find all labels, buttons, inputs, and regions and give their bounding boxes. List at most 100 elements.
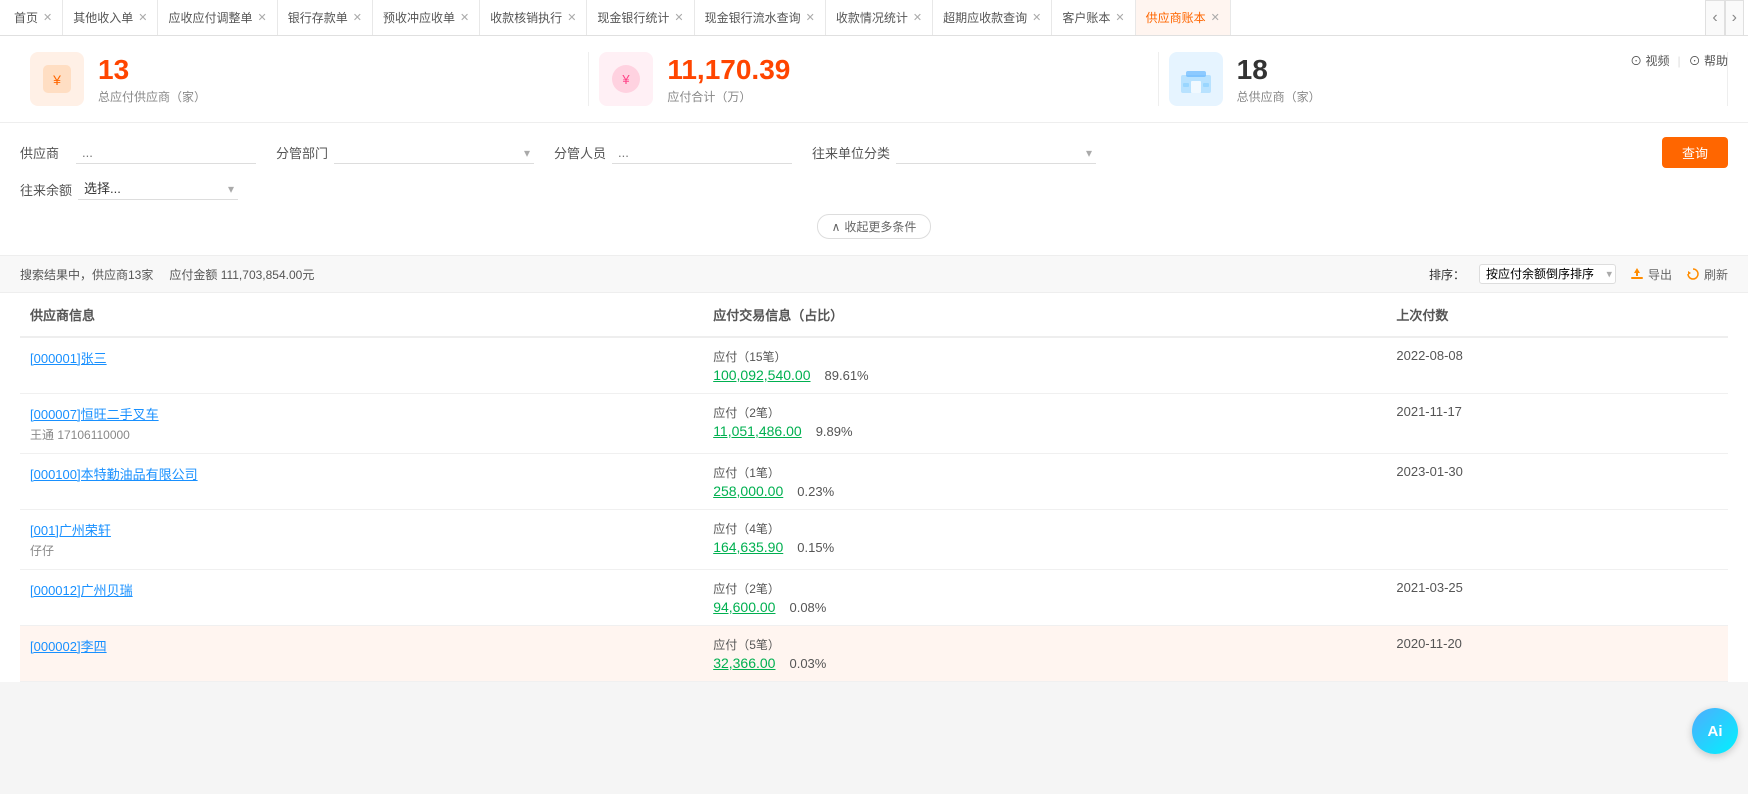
cell-payable-info: 应付（5笔） 32,366.00 0.03% xyxy=(703,626,1386,682)
refresh-button[interactable]: 刷新 xyxy=(1686,266,1728,283)
supplier-label: 供应商 xyxy=(20,143,70,162)
amount-value[interactable]: 164,635.90 xyxy=(713,539,783,555)
percent-value: 89.61% xyxy=(825,368,869,383)
cell-last-pay: 2022-08-08 xyxy=(1386,337,1728,394)
close-icon[interactable]: ✕ xyxy=(353,11,362,24)
result-bar: 搜索结果中，供应商13家 应付金额 111,703,854.00元 排序： 按应… xyxy=(0,256,1748,293)
supplier-link[interactable]: [000001]张三 xyxy=(30,351,107,366)
cell-payable-info: 应付（2笔） 94,600.00 0.08% xyxy=(703,570,1386,626)
close-icon[interactable]: ✕ xyxy=(43,11,52,24)
close-icon[interactable]: ✕ xyxy=(138,11,147,24)
amount-value[interactable]: 94,600.00 xyxy=(713,599,775,615)
stat-label-payable-suppliers: 总应付供应商（家） xyxy=(98,88,206,105)
nav-tab-cash-bank-stat[interactable]: 现金银行统计✕ xyxy=(587,0,694,36)
nav-tab-home[interactable]: 首页✕ xyxy=(4,0,63,36)
nav-tab-customer-account[interactable]: 客户账本✕ xyxy=(1052,0,1135,36)
video-link[interactable]: ⊙ 视频 xyxy=(1630,52,1669,69)
export-button[interactable]: 导出 xyxy=(1630,266,1672,283)
table-row: [001]广州荣轩仔仔应付（4笔） 164,635.90 0.15% xyxy=(20,510,1728,570)
close-icon[interactable]: ✕ xyxy=(674,11,683,24)
pay-label: 应付（1笔） xyxy=(713,464,1376,481)
cell-supplier-info: [000002]李四 xyxy=(20,626,703,682)
svg-text:¥: ¥ xyxy=(52,72,61,88)
cell-last-pay: 2021-03-25 xyxy=(1386,570,1728,626)
amount-value[interactable]: 100,092,540.00 xyxy=(713,367,810,383)
close-icon[interactable]: ✕ xyxy=(567,11,576,24)
amount-value[interactable]: 32,366.00 xyxy=(713,655,775,671)
collapse-label: 收起更多条件 xyxy=(844,218,916,235)
close-icon[interactable]: ✕ xyxy=(1211,11,1220,24)
supplier-link[interactable]: [000007]恒旺二手叉车 xyxy=(30,407,159,422)
nav-tab-supplier-account[interactable]: 供应商账本✕ xyxy=(1136,0,1231,36)
filter-dept: 分管部门 xyxy=(276,142,534,164)
nav-tab-bank-deposit[interactable]: 银行存款单✕ xyxy=(278,0,373,36)
cell-supplier-info: [001]广州荣轩仔仔 xyxy=(20,510,703,570)
cell-last-pay: 2020-11-20 xyxy=(1386,626,1728,682)
result-bar-right: 排序： 按应付余额倒序排序 导出 刷新 xyxy=(1429,264,1728,284)
percent-value: 9.89% xyxy=(816,424,853,439)
supplier-table: 供应商信息 应付交易信息（占比） 上次付数 [000001]张三应付（15笔） … xyxy=(20,293,1728,682)
nav-tab-collection-stat[interactable]: 收款情况统计✕ xyxy=(826,0,933,36)
close-icon[interactable]: ✕ xyxy=(913,11,922,24)
svg-text:¥: ¥ xyxy=(622,72,631,87)
nav-tab-ap-adjust[interactable]: 应收应付调整单✕ xyxy=(158,0,277,36)
table-row: [000001]张三应付（15笔） 100,092,540.00 89.61% … xyxy=(20,337,1728,394)
sort-select[interactable]: 按应付余额倒序排序 xyxy=(1479,264,1616,284)
supplier-link[interactable]: [000100]本特勤油品有限公司 xyxy=(30,467,198,482)
pay-label: 应付（5笔） xyxy=(713,636,1376,653)
table-row: [000100]本特勤油品有限公司 应付（1笔） 258,000.00 0.23%… xyxy=(20,454,1728,510)
nav-tab-other-income[interactable]: 其他收入单✕ xyxy=(63,0,158,36)
table-container: 供应商信息 应付交易信息（占比） 上次付数 [000001]张三应付（15笔） … xyxy=(0,293,1748,682)
cell-supplier-info: [000012]广州贝瑞 xyxy=(20,570,703,626)
nav-tab-overdue-query[interactable]: 超期应收款查询✕ xyxy=(933,0,1052,36)
dept-select[interactable] xyxy=(334,142,534,164)
close-icon[interactable]: ✕ xyxy=(1032,11,1041,24)
close-icon[interactable]: ✕ xyxy=(806,11,815,24)
person-input[interactable] xyxy=(612,142,792,164)
supplier-input[interactable] xyxy=(76,142,256,164)
category-label: 往来单位分类 xyxy=(812,143,890,162)
query-button[interactable]: 查询 xyxy=(1662,137,1728,168)
close-icon[interactable]: ✕ xyxy=(460,11,469,24)
filter-area: 供应商 分管部门 分管人员 往来单位分类 查询 xyxy=(0,123,1748,256)
cell-supplier-info: [000007]恒旺二手叉车王通 17106110000 xyxy=(20,394,703,454)
supplier-link[interactable]: [000012]广州贝瑞 xyxy=(30,583,133,598)
amount-row: 32,366.00 0.03% xyxy=(713,655,1376,671)
nav-tab-receipt-verify[interactable]: 收款核销执行✕ xyxy=(480,0,587,36)
stat-block-payable-total: ¥ 11,170.39 应付合计（万） xyxy=(589,52,1158,106)
close-icon[interactable]: ✕ xyxy=(1115,11,1124,24)
pay-label: 应付（2笔） xyxy=(713,404,1376,421)
filter-category: 往来单位分类 xyxy=(812,142,1096,164)
nav-prev-arrow[interactable]: ‹ xyxy=(1705,0,1724,36)
amount-row: 94,600.00 0.08% xyxy=(713,599,1376,615)
stat-num-total-suppliers: 18 xyxy=(1237,53,1321,87)
last-pay-date: 2021-03-25 xyxy=(1396,580,1463,595)
balance-select[interactable]: 选择... xyxy=(78,178,238,200)
category-select-wrap xyxy=(896,142,1096,164)
col-payable-info: 应付交易信息（占比） xyxy=(703,293,1386,337)
dept-label: 分管部门 xyxy=(276,143,328,162)
amount-value[interactable]: 258,000.00 xyxy=(713,483,783,499)
nav-next-arrow[interactable]: › xyxy=(1725,0,1744,36)
stat-label-payable-total: 应付合计（万） xyxy=(667,88,790,105)
nav-tab-cash-bank-flow[interactable]: 现金银行流水查询✕ xyxy=(695,0,826,36)
ai-assistant-badge[interactable]: Ai xyxy=(1692,708,1738,754)
amount-value[interactable]: 11,051,486.00 xyxy=(713,423,802,439)
supplier-sub: 王通 17106110000 xyxy=(30,426,693,443)
close-icon[interactable]: ✕ xyxy=(257,11,266,24)
last-pay-date: 2020-11-20 xyxy=(1396,636,1462,651)
table-header-row: 供应商信息 应付交易信息（占比） 上次付数 xyxy=(20,293,1728,337)
filter-person: 分管人员 xyxy=(554,142,792,164)
stat-text-total-suppliers: 18 总供应商（家） xyxy=(1237,53,1321,106)
last-pay-date: 2022-08-08 xyxy=(1396,348,1463,363)
supplier-link[interactable]: [001]广州荣轩 xyxy=(30,523,111,538)
category-select[interactable] xyxy=(896,142,1096,164)
nav-tab-advance-collection[interactable]: 预收冲应收单✕ xyxy=(373,0,480,36)
header-links: ⊙ 视频 | ⊙ 帮助 xyxy=(1630,52,1728,69)
help-link[interactable]: ⊙ 帮助 xyxy=(1689,52,1728,69)
cell-payable-info: 应付（1笔） 258,000.00 0.23% xyxy=(703,454,1386,510)
export-icon xyxy=(1630,267,1644,281)
collapse-button[interactable]: ∧ 收起更多条件 xyxy=(817,214,932,239)
supplier-link[interactable]: [000002]李四 xyxy=(30,639,107,654)
filter-supplier: 供应商 xyxy=(20,142,256,164)
